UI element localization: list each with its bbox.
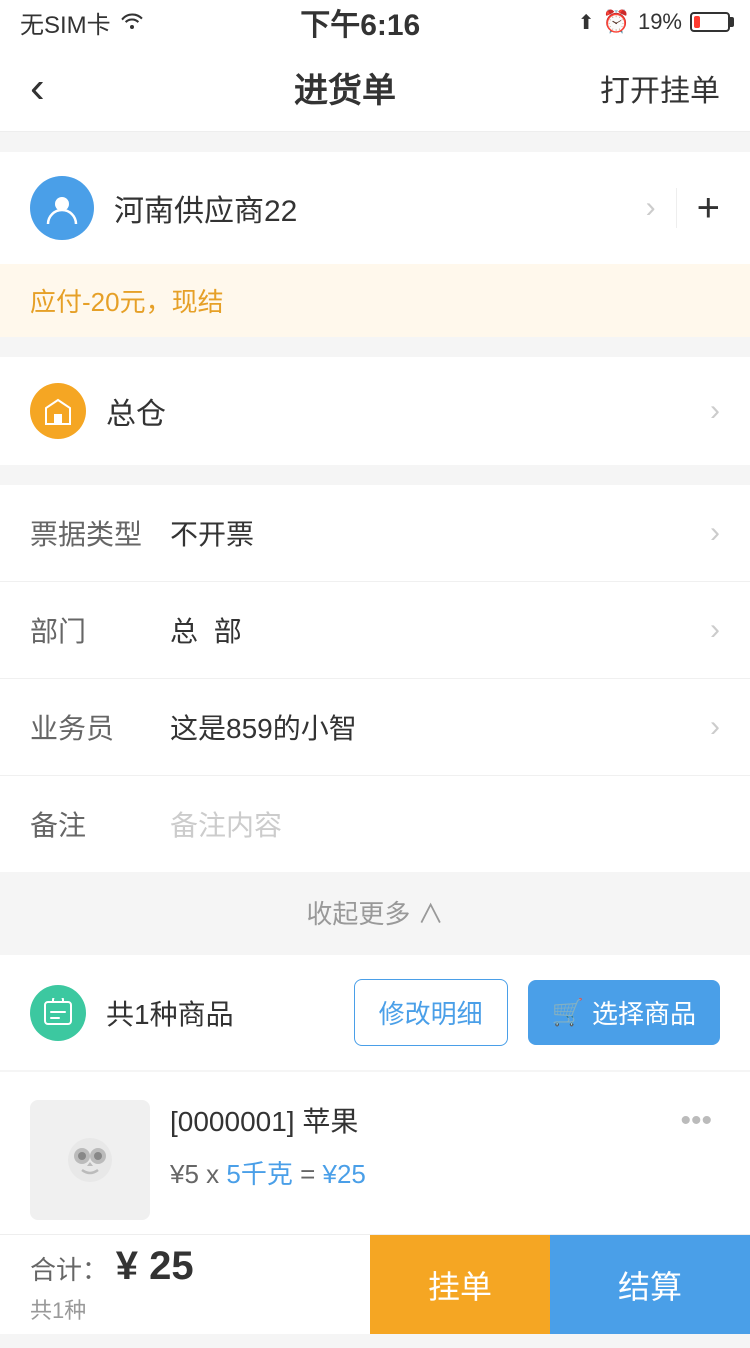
salesman-row[interactable]: 业务员 这是859的小智 › — [0, 679, 750, 776]
total-sub: 共1种 — [30, 1293, 340, 1325]
product-section-icon — [30, 985, 86, 1041]
total-row: 合计： ¥ 25 — [30, 1244, 340, 1289]
product-header: 共1种商品 修改明细 🛒 选择商品 — [0, 955, 750, 1070]
remark-placeholder: 备注内容 — [170, 804, 720, 844]
collapse-label: 收起更多 ∧ — [306, 899, 443, 929]
vertical-divider — [676, 188, 677, 228]
wifi-icon — [121, 8, 143, 36]
bottom-bar: 合计： ¥ 25 共1种 挂单 结算 — [0, 1234, 750, 1334]
page-title: 进货单 — [294, 63, 396, 112]
collapse-bar[interactable]: 收起更多 ∧ — [0, 872, 750, 953]
quantity-value: 5千克 — [226, 1159, 292, 1189]
product-item: [0000001] 苹果 ¥5 x 5千克 = ¥25 ••• — [0, 1072, 750, 1248]
select-product-button[interactable]: 🛒 选择商品 — [528, 980, 720, 1045]
supplier-row[interactable]: 河南供应商22 › + — [0, 152, 750, 264]
add-supplier-button[interactable]: + — [697, 186, 720, 231]
product-price: ¥5 x 5千克 = ¥25 — [170, 1154, 652, 1191]
cart-icon: 🛒 — [552, 997, 584, 1028]
warehouse-chevron-icon: › — [710, 394, 720, 428]
product-info: [0000001] 苹果 ¥5 x 5千克 = ¥25 — [170, 1100, 652, 1191]
product-name: [0000001] 苹果 — [170, 1100, 652, 1140]
equals-icon: = — [300, 1159, 322, 1189]
battery-icon — [690, 12, 730, 32]
ticket-type-chevron-icon: › — [710, 516, 720, 550]
remark-row[interactable]: 备注 备注内容 — [0, 776, 750, 872]
product-thumbnail — [30, 1100, 150, 1220]
department-chevron-icon: › — [710, 613, 720, 647]
location-icon: ⬆ — [578, 10, 595, 35]
notice-text: 应付-20元，现结 — [30, 287, 224, 317]
supplier-chevron-icon: › — [646, 191, 656, 225]
hang-button[interactable]: 挂单 — [370, 1235, 550, 1334]
form-section: 票据类型 不开票 › 部门 总 部 › 业务员 这是859的小智 › 备注 备注… — [0, 485, 750, 872]
battery-percent: 19% — [638, 9, 682, 35]
nav-bar: ‹ 进货单 打开挂单 — [0, 44, 750, 132]
department-row[interactable]: 部门 总 部 › — [0, 582, 750, 679]
salesman-label: 业务员 — [30, 707, 170, 747]
salesman-value: 这是859的小智 — [170, 707, 710, 747]
select-product-label: 选择商品 — [592, 994, 696, 1031]
total-label: 合计： — [30, 1255, 108, 1285]
total-amount: ¥ 25 — [116, 1244, 194, 1288]
product-name-text: 苹果 — [302, 1106, 358, 1137]
checkout-button[interactable]: 结算 — [550, 1235, 750, 1334]
warehouse-name: 总仓 — [106, 389, 710, 433]
status-time: 下午6:16 — [300, 0, 420, 44]
back-button[interactable]: ‹ — [30, 63, 90, 113]
supplier-section: 河南供应商22 › + 应付-20元，现结 — [0, 152, 750, 337]
department-value: 总 部 — [170, 610, 710, 650]
top-divider — [0, 132, 750, 152]
open-hang-button[interactable]: 打开挂单 — [600, 66, 720, 110]
ticket-type-row[interactable]: 票据类型 不开票 › — [0, 485, 750, 582]
ticket-type-value: 不开票 — [170, 513, 710, 553]
status-left: 无SIM卡 — [20, 5, 143, 40]
carrier-label: 无SIM卡 — [20, 5, 111, 40]
total-section: 合计： ¥ 25 共1种 — [0, 1235, 370, 1334]
department-label: 部门 — [30, 610, 170, 650]
supplier-name: 河南供应商22 — [114, 186, 646, 230]
status-bar: 无SIM卡 下午6:16 ⬆ ⏰ 19% — [0, 0, 750, 44]
product-more-button[interactable]: ••• — [672, 1100, 720, 1142]
status-right: ⬆ ⏰ 19% — [578, 9, 730, 35]
price-unit: ¥5 — [170, 1159, 199, 1189]
remark-label: 备注 — [30, 804, 170, 844]
product-code: [0000001] — [170, 1106, 295, 1137]
multiply-icon: x — [206, 1159, 226, 1189]
supplier-avatar — [30, 176, 94, 240]
supplier-actions: › + — [646, 186, 720, 231]
product-count: 共1种商品 — [106, 993, 334, 1033]
warehouse-row[interactable]: 总仓 › — [0, 357, 750, 465]
notice-bar: 应付-20元，现结 — [0, 264, 750, 337]
alarm-icon: ⏰ — [603, 9, 630, 35]
warehouse-icon — [30, 383, 86, 439]
edit-detail-button[interactable]: 修改明细 — [354, 979, 508, 1046]
total-price: ¥25 — [323, 1159, 366, 1189]
ticket-type-label: 票据类型 — [30, 513, 170, 553]
salesman-chevron-icon: › — [710, 710, 720, 744]
